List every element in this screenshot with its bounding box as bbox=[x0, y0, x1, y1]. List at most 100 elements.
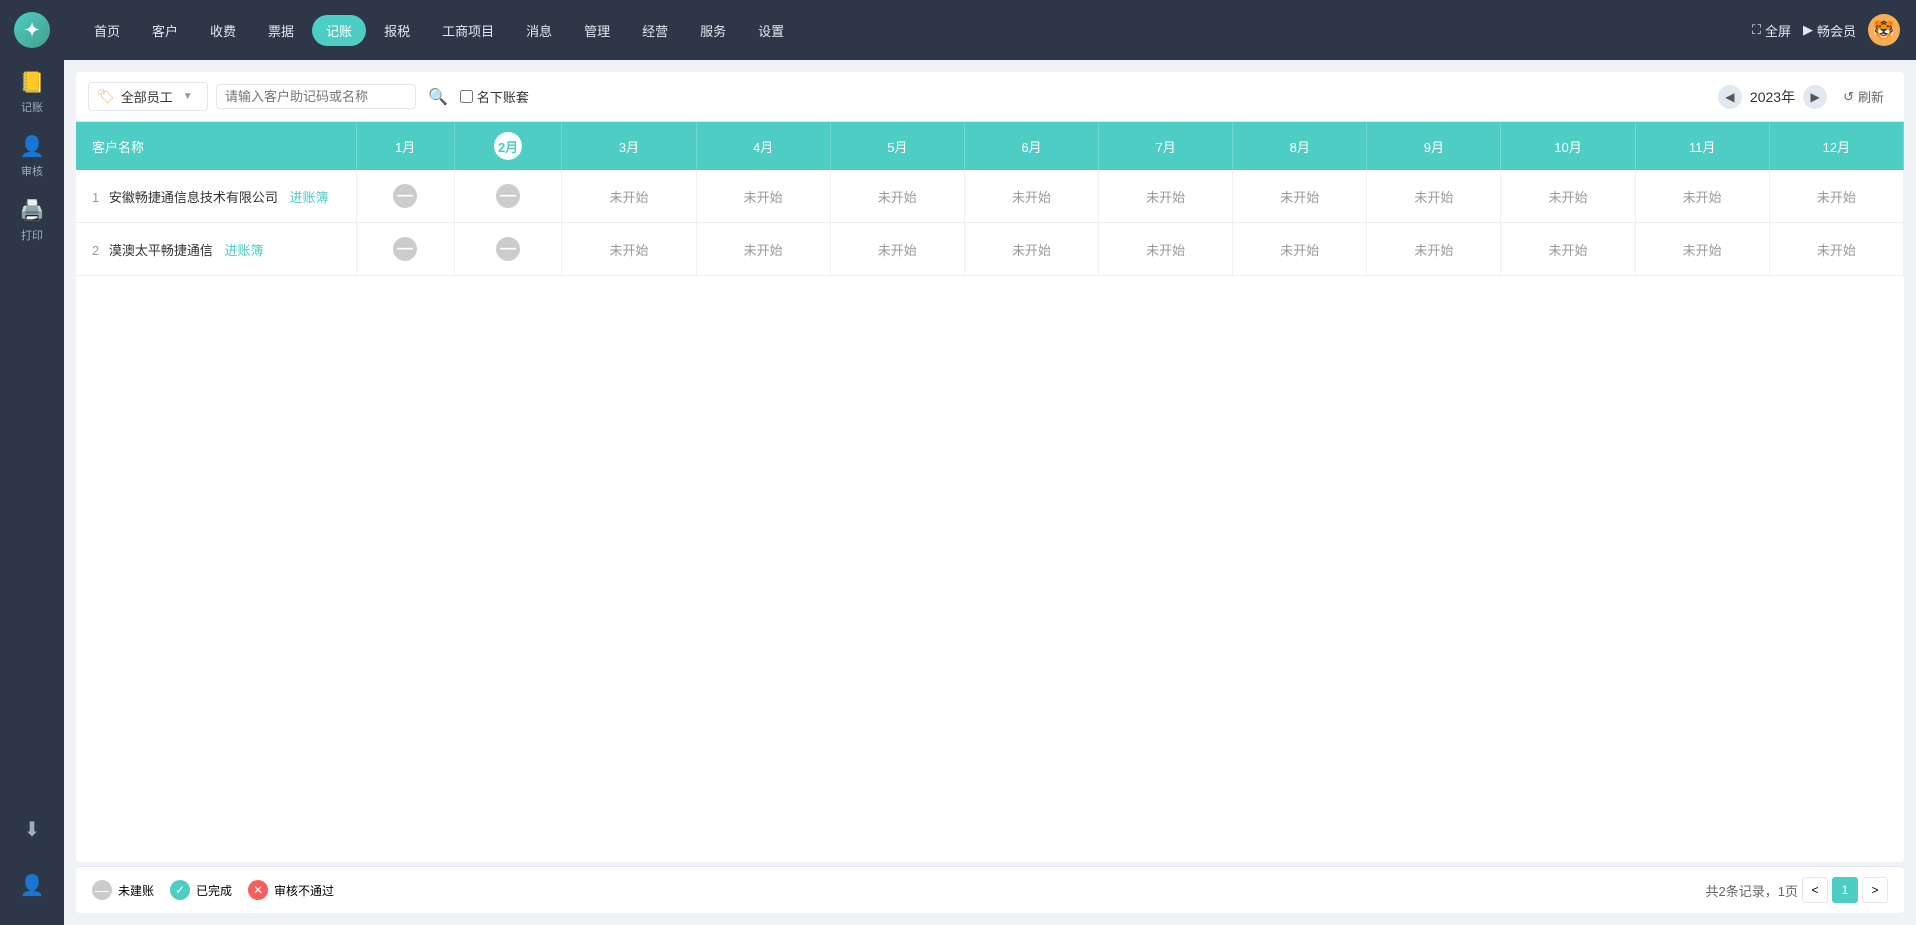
nav-home[interactable]: 首页 bbox=[80, 15, 134, 46]
status-m1: — bbox=[356, 223, 454, 276]
unstarted-label: 未开始 bbox=[1549, 190, 1588, 205]
year-display: 2023年 bbox=[1750, 87, 1795, 107]
unstarted-label: 未开始 bbox=[610, 190, 649, 205]
sidebar: ✦ 📒 记账 👤 审核 🖨️ 打印 ⬇ 👤 bbox=[0, 0, 64, 925]
status-m10: 未开始 bbox=[1501, 223, 1635, 276]
sidebar-download-btn[interactable]: ⬇ bbox=[0, 805, 64, 853]
col-m7: 7月 bbox=[1099, 122, 1233, 170]
nav-right: ⛶ 全屏 ▶ 畅会员 🐯 bbox=[1752, 14, 1900, 46]
unstarted-label: 未开始 bbox=[1146, 190, 1185, 205]
col-m11: 11月 bbox=[1635, 122, 1769, 170]
page-current-button[interactable]: 1 bbox=[1832, 877, 1858, 903]
status-m3: 未开始 bbox=[562, 170, 696, 223]
unstarted-label: 未开始 bbox=[1683, 243, 1722, 258]
main-area: 首页 客户 收费 票据 记账 报税 工商项目 消息 管理 经营 服务 设置 ⛶ … bbox=[64, 0, 1916, 925]
app-logo-icon: ✦ bbox=[14, 12, 50, 48]
col-m8: 8月 bbox=[1233, 122, 1367, 170]
checkbox-label[interactable]: 名下账套 bbox=[460, 87, 529, 106]
nav-gongshang[interactable]: 工商项目 bbox=[428, 15, 508, 46]
status-m5: 未开始 bbox=[830, 223, 964, 276]
status-m8: 未开始 bbox=[1233, 170, 1367, 223]
col-m12: 12月 bbox=[1769, 122, 1903, 170]
unstarted-label: 未开始 bbox=[744, 243, 783, 258]
nav-fuwu[interactable]: 服务 bbox=[686, 15, 740, 46]
nav-xiaoxi[interactable]: 消息 bbox=[512, 15, 566, 46]
status-m1: — bbox=[356, 170, 454, 223]
nav-jingying[interactable]: 经营 bbox=[628, 15, 682, 46]
status-m7: 未开始 bbox=[1099, 223, 1233, 276]
unstarted-label: 未开始 bbox=[1414, 243, 1453, 258]
status-m3: 未开始 bbox=[562, 223, 696, 276]
enter-link[interactable]: 进账簿 bbox=[225, 243, 264, 258]
nav-shoufei[interactable]: 收费 bbox=[196, 15, 250, 46]
table-row: 1 安徽畅捷通信息技术有限公司 进账簿 — — 未开始 未开始 未开始 未开始 … bbox=[76, 170, 1904, 223]
col-m2: 2月 bbox=[454, 122, 562, 170]
sidebar-item-dayin[interactable]: 🖨️ 打印 bbox=[0, 188, 64, 252]
client-name-cell: 2 漠澳太平畅捷通信 进账簿 bbox=[76, 223, 356, 276]
col-m5: 5月 bbox=[830, 122, 964, 170]
sidebar-item-jiezhang[interactable]: 📒 记账 bbox=[0, 60, 64, 124]
status-m7: 未开始 bbox=[1099, 170, 1233, 223]
unstarted-label: 未开始 bbox=[878, 190, 917, 205]
refresh-button[interactable]: ↺ 刷新 bbox=[1835, 83, 1892, 110]
page-next-button[interactable]: > bbox=[1862, 877, 1888, 903]
unstarted-label: 未开始 bbox=[1146, 243, 1185, 258]
nav-shezhi[interactable]: 设置 bbox=[744, 15, 798, 46]
nav-piaoju[interactable]: 票据 bbox=[254, 15, 308, 46]
done-label: 已完成 bbox=[196, 882, 232, 899]
page-prev-button[interactable]: < bbox=[1802, 877, 1828, 903]
unbuilt-icon: — bbox=[92, 880, 112, 900]
year-prev-button[interactable]: ◀ bbox=[1718, 85, 1742, 109]
filter-icon: 🏷 bbox=[97, 88, 115, 105]
dash-icon: — bbox=[496, 184, 520, 208]
unstarted-label: 未开始 bbox=[744, 190, 783, 205]
status-m12: 未开始 bbox=[1769, 223, 1903, 276]
sidebar-item-shenhe[interactable]: 👤 审核 bbox=[0, 124, 64, 188]
search-button[interactable]: 🔍 bbox=[424, 83, 452, 111]
member-button[interactable]: ▶ 畅会员 bbox=[1803, 21, 1856, 40]
nav-baoshui[interactable]: 报税 bbox=[370, 15, 424, 46]
status-m10: 未开始 bbox=[1501, 170, 1635, 223]
unstarted-label: 未开始 bbox=[1012, 243, 1051, 258]
status-m6: 未开始 bbox=[964, 223, 1098, 276]
sidebar-user-btn[interactable]: 👤 bbox=[0, 861, 64, 909]
nav-jiezhang[interactable]: 记账 bbox=[312, 15, 366, 46]
fullscreen-button[interactable]: ⛶ 全屏 bbox=[1752, 21, 1791, 40]
fullscreen-label: 全屏 bbox=[1765, 21, 1791, 40]
jiezhang-icon: 📒 bbox=[20, 70, 45, 95]
footer: — 未建账 ✓ 已完成 ✕ 审核不通过 共2条记录，1页 < 1 > bbox=[76, 866, 1904, 913]
total-info: 共2条记录，1页 bbox=[1706, 881, 1798, 900]
unstarted-label: 未开始 bbox=[610, 243, 649, 258]
unstarted-label: 未开始 bbox=[1414, 190, 1453, 205]
client-name-cell: 1 安徽畅捷通信息技术有限公司 进账簿 bbox=[76, 170, 356, 223]
shenhe-icon: 👤 bbox=[20, 134, 45, 159]
status-m4: 未开始 bbox=[696, 170, 830, 223]
filter-label: 全部员工 bbox=[121, 87, 173, 106]
status-m11: 未开始 bbox=[1635, 170, 1769, 223]
sidebar-logo: ✦ bbox=[0, 0, 64, 60]
status-m2: — bbox=[454, 170, 562, 223]
col-m1: 1月 bbox=[356, 122, 454, 170]
status-m6: 未开始 bbox=[964, 170, 1098, 223]
col-m6: 6月 bbox=[964, 122, 1098, 170]
legend-rejected: ✕ 审核不通过 bbox=[248, 880, 334, 900]
search-input[interactable] bbox=[216, 84, 416, 109]
year-next-button[interactable]: ▶ bbox=[1803, 85, 1827, 109]
legend-done: ✓ 已完成 bbox=[170, 880, 232, 900]
employee-filter[interactable]: 🏷 全部员工 ▼ bbox=[88, 82, 208, 111]
rejected-label: 审核不通过 bbox=[274, 882, 334, 899]
unbuilt-label: 未建账 bbox=[118, 882, 154, 899]
nav-guanli[interactable]: 管理 bbox=[570, 15, 624, 46]
table-header-row: 客户名称 1月 2月 3月 4月 5月 6月 7月 8月 9月 10月 11月 … bbox=[76, 122, 1904, 170]
dash-icon: — bbox=[496, 237, 520, 261]
status-m8: 未开始 bbox=[1233, 223, 1367, 276]
status-m4: 未开始 bbox=[696, 223, 830, 276]
mingxia-checkbox[interactable] bbox=[460, 90, 473, 103]
col-m9: 9月 bbox=[1367, 122, 1501, 170]
nav-customer[interactable]: 客户 bbox=[138, 15, 192, 46]
sidebar-shenhe-label: 审核 bbox=[21, 163, 43, 179]
unstarted-label: 未开始 bbox=[1817, 190, 1856, 205]
user-avatar[interactable]: 🐯 bbox=[1868, 14, 1900, 46]
enter-link[interactable]: 进账簿 bbox=[290, 190, 329, 205]
main-table: 客户名称 1月 2月 3月 4月 5月 6月 7月 8月 9月 10月 11月 … bbox=[76, 122, 1904, 276]
